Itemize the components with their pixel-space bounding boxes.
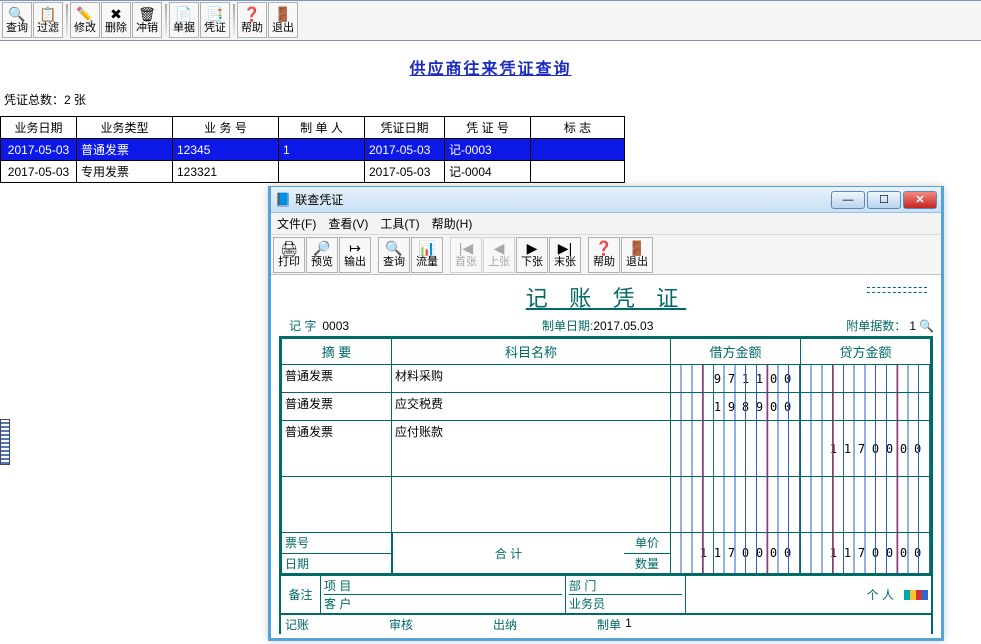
main-toolbar: 🔍查询 📋过滤 ✏️修改 ✖删除 🗑冲销 📄单据 📑凭证 ❓帮助 🚪退出	[0, 1, 981, 41]
sw-查询-button[interactable]: 🔍查询	[378, 237, 410, 273]
exit-button[interactable]: 🚪退出	[268, 2, 298, 38]
voucher-icon: 📑	[206, 7, 223, 21]
bumen-label: 部 门	[569, 577, 682, 595]
magnifier-icon[interactable]: 🔍	[919, 319, 933, 333]
voucher-date: 2017.05.03	[593, 319, 653, 333]
sw-退出-button[interactable]: 🚪退出	[621, 237, 653, 273]
voucher-date-label: 制单日期:	[542, 319, 593, 333]
voucher-dialog: 📘 联查凭证 — ☐ ✕ 文件(F) 查看(V) 工具(T) 帮助(H) 🖨打印…	[268, 186, 944, 641]
grid-header[interactable]: 标 志	[531, 117, 625, 139]
voucher-row[interactable]: 普通发票应付账款1170000	[282, 421, 931, 477]
document-icon: 📄	[175, 7, 192, 21]
result-grid[interactable]: 业务日期业务类型业 务 号制 单 人凭证日期凭 证 号标 志 2017-05-0…	[0, 116, 625, 183]
grid-header[interactable]: 业务日期	[1, 117, 77, 139]
heji-label: 合 计	[392, 533, 624, 573]
col-debit: 借方金额	[671, 339, 801, 365]
shuliang-label: 数量	[624, 553, 670, 573]
zhidan-label: 制单	[597, 616, 621, 633]
jizhang-label: 记账	[285, 616, 309, 633]
xiangmu-label: 项 目	[324, 577, 562, 595]
menu-file[interactable]: 文件(F)	[277, 215, 316, 232]
beizhu-label: 备注	[281, 576, 321, 613]
sw-帮助-button[interactable]: ❓帮助	[588, 237, 620, 273]
page-title: 供应商往来凭证查询	[0, 55, 981, 79]
kehu-label: 客 户	[324, 595, 562, 612]
attach-label: 附单据数：	[846, 317, 906, 334]
yewuyuan-label: 业务员	[569, 595, 682, 612]
help-button[interactable]: ❓帮助	[237, 2, 267, 38]
sw-预览-button[interactable]: 🔎预览	[306, 237, 338, 273]
sw-流量-button[interactable]: 📊流量	[411, 237, 443, 273]
dash-ornament	[867, 287, 927, 293]
maximize-button[interactable]: ☐	[867, 191, 901, 209]
dialog-titlebar[interactable]: 📘 联查凭证 — ☐ ✕	[271, 187, 941, 213]
voucher-type-label: 记 字	[289, 317, 316, 334]
menu-help[interactable]: 帮助(H)	[432, 215, 473, 232]
binoculars-icon: 🔍	[8, 7, 25, 21]
minimize-button[interactable]: —	[831, 191, 865, 209]
menu-tools[interactable]: 工具(T)	[380, 215, 419, 232]
danjia-label: 单价	[624, 533, 670, 553]
col-credit: 贷方金额	[801, 339, 931, 365]
riqi-label: 日期	[282, 553, 385, 573]
piao-label: 票号	[282, 533, 385, 553]
help-icon: ❓	[243, 7, 260, 21]
trash-icon: 🗑	[138, 7, 156, 21]
sw-下张-button[interactable]: ▶下张	[516, 237, 548, 273]
dialog-menu: 文件(F) 查看(V) 工具(T) 帮助(H)	[271, 213, 941, 235]
pencil-icon: ✏️	[76, 7, 93, 21]
voucher-row[interactable]	[282, 477, 931, 533]
close-button[interactable]: ✕	[903, 191, 937, 209]
edit-button[interactable]: ✏️修改	[70, 2, 100, 38]
color-swatch[interactable]	[904, 590, 928, 600]
delete-button[interactable]: ✖删除	[101, 2, 131, 38]
dialog-title: 联查凭证	[295, 191, 343, 208]
voucher-button[interactable]: 📑凭证	[200, 2, 230, 38]
query-button[interactable]: 🔍查询	[2, 2, 32, 38]
col-summary: 摘 要	[282, 339, 392, 365]
voucher-title: 记 账 凭 证	[271, 281, 941, 313]
voucher-row[interactable]: 普通发票应交税费198900	[282, 393, 931, 421]
voucher-number: 0003	[322, 319, 349, 333]
grid-header[interactable]: 凭 证 号	[445, 117, 531, 139]
col-subject: 科目名称	[392, 339, 671, 365]
x-icon: ✖	[110, 7, 122, 21]
sw-末张-button[interactable]: ▶|末张	[549, 237, 581, 273]
filter-icon: 📋	[39, 7, 56, 21]
geren-label: 个 人	[867, 586, 894, 603]
reverse-button[interactable]: 🗑冲销	[132, 2, 162, 38]
attach-count: 1	[909, 319, 916, 333]
shenhe-label: 审核	[389, 616, 413, 633]
credit-total: 1170000	[801, 533, 930, 573]
grid-header[interactable]: 业务类型	[77, 117, 173, 139]
zhidan-value: 1	[625, 616, 632, 633]
grid-header[interactable]: 制 单 人	[279, 117, 365, 139]
dialog-toolbar: 🖨打印🔎预览↦输出🔍查询📊流量|◀首张◀上张▶下张▶|末张❓帮助🚪退出	[271, 235, 941, 275]
menu-view[interactable]: 查看(V)	[328, 215, 368, 232]
record-count: 凭证总数：2 张	[0, 89, 981, 110]
exit-icon: 🚪	[274, 7, 291, 21]
table-row[interactable]: 2017-05-03普通发票1234512017-05-03记-0003	[1, 139, 625, 161]
chuna-label: 出纳	[493, 616, 517, 633]
debit-total: 1170000	[671, 533, 800, 573]
doc-button[interactable]: 📄单据	[169, 2, 199, 38]
filter-button[interactable]: 📋过滤	[33, 2, 63, 38]
sw-输出-button[interactable]: ↦输出	[339, 237, 371, 273]
voucher-table: 摘 要 科目名称 借方金额 贷方金额 普通发票材料采购971100普通发票应交税…	[281, 338, 931, 574]
left-ruler	[0, 419, 10, 465]
sw-打印-button[interactable]: 🖨打印	[273, 237, 305, 273]
sw-上张-button: ◀上张	[483, 237, 515, 273]
sw-首张-button: |◀首张	[450, 237, 482, 273]
grid-header[interactable]: 凭证日期	[365, 117, 445, 139]
grid-header[interactable]: 业 务 号	[173, 117, 279, 139]
voucher-row[interactable]: 普通发票材料采购971100	[282, 365, 931, 393]
app-icon: 📘	[275, 192, 291, 208]
table-row[interactable]: 2017-05-03专用发票1233212017-05-03记-0004	[1, 161, 625, 183]
